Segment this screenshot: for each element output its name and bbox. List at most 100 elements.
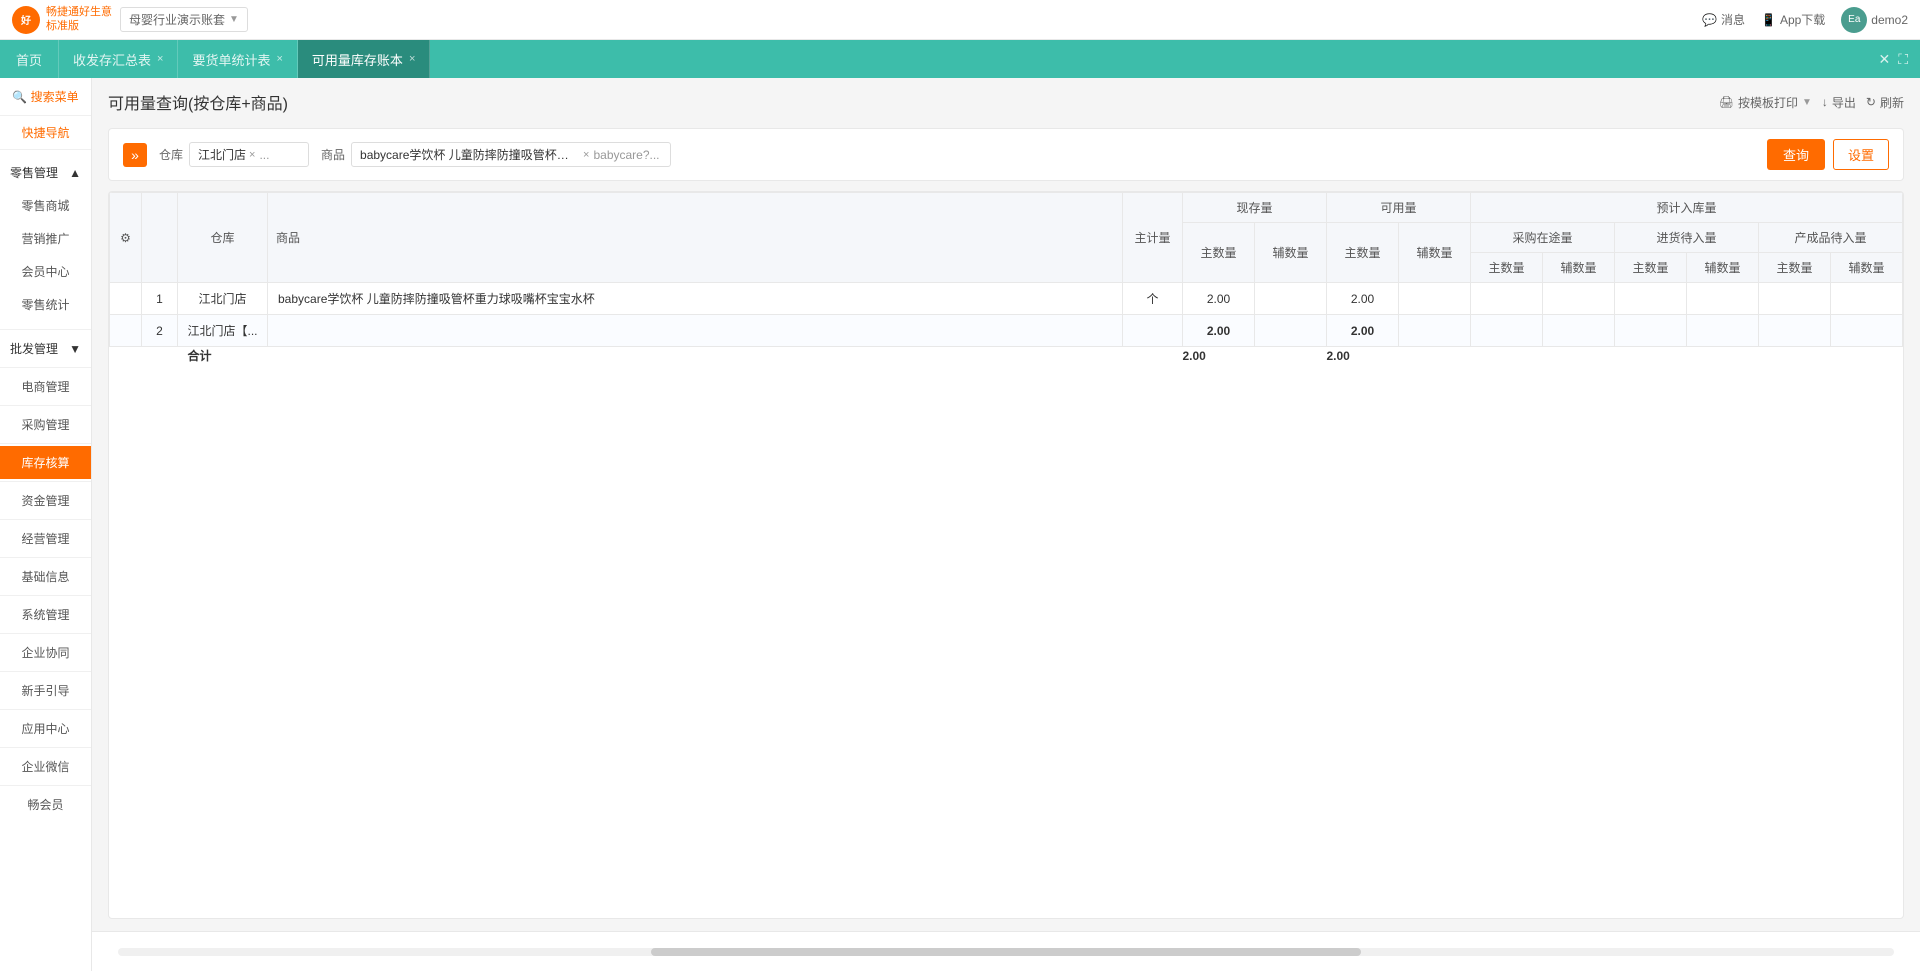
tab-fullscreen-icon[interactable]: ⛶ xyxy=(1898,51,1908,68)
sidebar-item-enterprise-collab[interactable]: 企业协同 xyxy=(0,636,91,669)
sidebar-item-marketing[interactable]: 营销推广 xyxy=(0,222,91,255)
footer-avail-main: 2.00 xyxy=(1327,347,1399,365)
tab-available-stock[interactable]: 可用量库存账本 × xyxy=(298,40,430,78)
company-select[interactable]: 母婴行业演示账套 ▼ xyxy=(120,7,248,32)
row2-avail-main: 2.00 xyxy=(1327,315,1399,347)
table-footer-row: 合计 2.00 2.00 xyxy=(110,347,1903,365)
row1-product: babycare学饮杯 儿童防摔防撞吸管杯重力球吸嘴杯宝宝水杯 xyxy=(268,283,1123,315)
row2-stock-sub xyxy=(1255,315,1327,347)
tab-bar: 首页 收发存汇总表 × 要货单统计表 × 可用量库存账本 × ✕ ⛶ xyxy=(0,40,1920,78)
sidebar-item-app-center[interactable]: 应用中心 xyxy=(0,712,91,745)
warehouse-filter-tags[interactable]: 江北门店 × ... xyxy=(189,142,309,167)
col-forecast-group-header: 预计入库量 xyxy=(1471,193,1903,223)
table-wrapper: ⚙ 仓库 商品 主计量 现存量 可用量 预计入库量 主数量 辅数 xyxy=(108,191,1904,919)
print-icon: 🖨 xyxy=(1719,95,1734,109)
sidebar-item-basic-info[interactable]: 基础信息 xyxy=(0,560,91,593)
sidebar-group-retail[interactable]: 零售管理 ▲ xyxy=(0,156,91,189)
sidebar-item-retail-stats[interactable]: 零售统计 xyxy=(0,288,91,321)
refresh-button[interactable]: ↻ 刷新 xyxy=(1866,94,1904,111)
sidebar-item-inventory[interactable]: 库存核算 xyxy=(0,446,91,479)
col-pt-sub-header: 辅数量 xyxy=(1543,253,1615,283)
col-ip-main-header: 主数量 xyxy=(1615,253,1687,283)
sidebar-quick-nav[interactable]: 快捷导航 xyxy=(0,116,91,150)
row1-stock-sub xyxy=(1255,283,1327,315)
sidebar-item-new-guide[interactable]: 新手引导 xyxy=(0,674,91,707)
export-button[interactable]: ↓ 导出 xyxy=(1822,94,1856,111)
page-title: 可用量查询(按仓库+商品) xyxy=(108,90,288,114)
chevron-print-icon: ▼ xyxy=(1802,97,1812,108)
row1-pt-main xyxy=(1471,283,1543,315)
col-unit-header: 主计量 xyxy=(1123,193,1183,283)
user-menu[interactable]: Ea demo2 xyxy=(1841,7,1908,33)
col-avail-main-header: 主数量 xyxy=(1327,223,1399,283)
row2-pp-main xyxy=(1759,315,1831,347)
product-tag-1-close[interactable]: × xyxy=(583,149,589,161)
message-button[interactable]: 💬 消息 xyxy=(1702,11,1745,28)
avatar: Ea xyxy=(1841,7,1867,33)
logo-text: 畅捷通好生意 标准版 xyxy=(46,6,112,32)
col-avail-group-header: 可用量 xyxy=(1327,193,1471,223)
col-avail-sub-header: 辅数量 xyxy=(1399,223,1471,283)
content-area: 可用量查询(按仓库+商品) 🖨 按模板打印 ▼ ↓ 导出 ↻ 刷新 xyxy=(92,78,1920,971)
filter-actions: 查询 设置 xyxy=(1767,139,1889,170)
tab-close-order-stats[interactable]: × xyxy=(276,54,282,65)
main-layout: 🔍 搜索菜单 快捷导航 零售管理 ▲ 零售商城 营销推广 会员中心 零售统计 批… xyxy=(0,78,1920,971)
template-print-button[interactable]: 🖨 按模板打印 ▼ xyxy=(1719,94,1812,111)
sidebar-item-purchase[interactable]: 采购管理 xyxy=(0,408,91,441)
row1-settings xyxy=(110,283,142,315)
row1-ip-sub xyxy=(1687,283,1759,315)
query-button[interactable]: 查询 xyxy=(1767,139,1825,170)
warehouse-filter-label: 仓库 xyxy=(159,146,183,163)
row2-product xyxy=(268,315,1123,347)
warehouse-tag-1: 江北门店 × xyxy=(198,146,255,163)
sidebar-item-ecommerce[interactable]: 电商管理 xyxy=(0,370,91,403)
export-icon: ↓ xyxy=(1822,95,1828,109)
tab-close-receive-summary[interactable]: × xyxy=(157,54,163,65)
col-ip-sub-header: 辅数量 xyxy=(1687,253,1759,283)
tab-close-available-stock[interactable]: × xyxy=(409,54,415,65)
search-icon: 🔍 xyxy=(12,90,27,104)
sidebar-item-system[interactable]: 系统管理 xyxy=(0,598,91,631)
tab-home[interactable]: 首页 xyxy=(0,40,59,78)
setting-button[interactable]: 设置 xyxy=(1833,139,1889,170)
col-pt-main-header: 主数量 xyxy=(1471,253,1543,283)
filter-expand-button[interactable]: » xyxy=(123,143,147,167)
gear-icon: ⚙ xyxy=(120,231,131,245)
table-header-row-1: ⚙ 仓库 商品 主计量 现存量 可用量 预计入库量 xyxy=(110,193,1903,223)
scrollbar-thumb[interactable] xyxy=(651,948,1361,956)
warehouse-filter-group: 仓库 江北门店 × ... xyxy=(159,142,309,167)
horizontal-scrollbar[interactable] xyxy=(118,948,1894,956)
row2-pt-main xyxy=(1471,315,1543,347)
col-settings-header[interactable]: ⚙ xyxy=(110,193,142,283)
filter-area: » 仓库 江北门店 × ... 商品 babyca xyxy=(108,128,1904,181)
sidebar-item-wechat[interactable]: 企业微信 xyxy=(0,750,91,783)
row2-warehouse: 江北门店【... xyxy=(178,315,268,347)
sidebar-item-retail-mall[interactable]: 零售商城 xyxy=(0,189,91,222)
sidebar-group-wholesale[interactable]: 批发管理 ▼ xyxy=(0,332,91,365)
sidebar-search[interactable]: 🔍 搜索菜单 xyxy=(0,78,91,116)
tab-receive-summary[interactable]: 收发存汇总表 × xyxy=(59,40,178,78)
footer-stock-main: 2.00 xyxy=(1183,347,1255,365)
product-filter-label: 商品 xyxy=(321,146,345,163)
sidebar-item-finance[interactable]: 资金管理 xyxy=(0,484,91,517)
refresh-icon: ↻ xyxy=(1866,95,1876,109)
warehouse-tag-1-close[interactable]: × xyxy=(249,149,255,161)
logo-area: 好 畅捷通好生意 标准版 xyxy=(12,6,112,34)
app-download-button[interactable]: 📱 App下载 xyxy=(1761,11,1825,28)
sidebar: 🔍 搜索菜单 快捷导航 零售管理 ▲ 零售商城 营销推广 会员中心 零售统计 批… xyxy=(0,78,92,971)
product-filter-tags[interactable]: babycare学饮杯 儿童防摔防撞吸管杯重力球吸嘴杯宝宝水杯 × babyca… xyxy=(351,142,671,167)
sidebar-item-operations[interactable]: 经营管理 xyxy=(0,522,91,555)
tab-list: 首页 收发存汇总表 × 要货单统计表 × 可用量库存账本 × xyxy=(0,40,1878,78)
col-stock-main-header: 主数量 xyxy=(1183,223,1255,283)
sidebar-item-member[interactable]: 会员中心 xyxy=(0,255,91,288)
row2-stock-main: 2.00 xyxy=(1183,315,1255,347)
tab-bar-controls: ✕ ⛶ xyxy=(1878,51,1920,68)
tab-order-stats[interactable]: 要货单统计表 × xyxy=(178,40,297,78)
col-pp-sub-header: 辅数量 xyxy=(1831,253,1903,283)
row1-avail-sub xyxy=(1399,283,1471,315)
page-title-bar: 可用量查询(按仓库+商品) 🖨 按模板打印 ▼ ↓ 导出 ↻ 刷新 xyxy=(108,90,1904,114)
sidebar-item-member-pro[interactable]: 畅会员 xyxy=(0,788,91,821)
message-icon: 💬 xyxy=(1702,13,1717,27)
col-inbound-pending-header: 进货待入量 xyxy=(1615,223,1759,253)
tab-close-all-icon[interactable]: ✕ xyxy=(1878,51,1890,68)
